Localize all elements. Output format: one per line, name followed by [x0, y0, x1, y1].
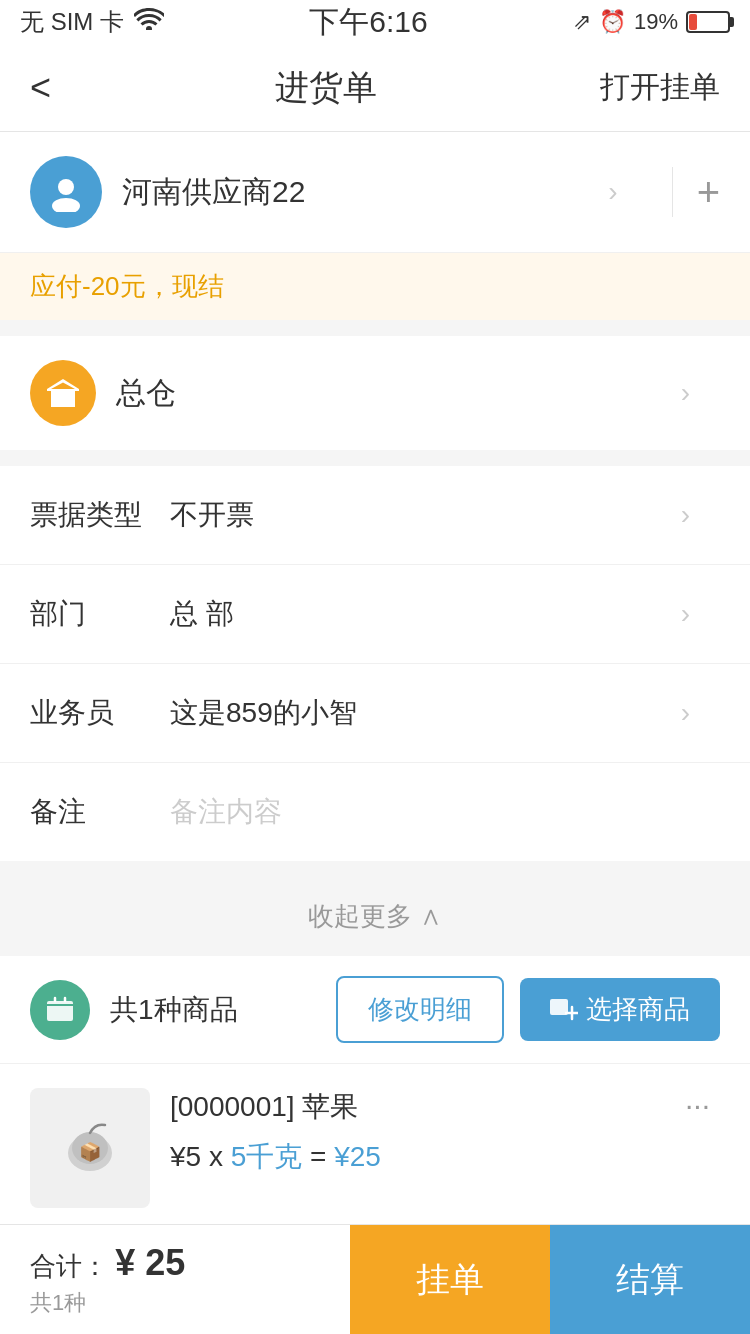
- location-icon: ⇗: [573, 9, 591, 35]
- equals-sign: =: [310, 1141, 334, 1172]
- price-unit: ¥5: [170, 1141, 201, 1172]
- svg-point-1: [52, 198, 80, 212]
- department-row[interactable]: 部门 总 部 ›: [0, 564, 750, 663]
- status-left: 无 SIM 卡: [20, 6, 164, 38]
- invoice-label: 票据类型: [30, 496, 150, 534]
- open-hang-button[interactable]: 打开挂单: [600, 67, 720, 108]
- edit-detail-button[interactable]: 修改明细: [336, 976, 504, 1043]
- chevron-right-icon: ›: [681, 377, 690, 409]
- collapse-bar[interactable]: 收起更多 ∧: [0, 877, 750, 956]
- warehouse-name: 总仓: [116, 373, 681, 414]
- product-header: 共1种商品 修改明细 选择商品: [0, 956, 750, 1064]
- invoice-row[interactable]: 票据类型 不开票 ›: [0, 466, 750, 564]
- total-label: 合计：: [30, 1251, 108, 1281]
- add-supplier-button[interactable]: +: [697, 172, 720, 212]
- svg-text:📦: 📦: [79, 1141, 102, 1163]
- multiply-sign: x: [209, 1141, 231, 1172]
- remark-row[interactable]: 备注 备注内容: [0, 762, 750, 861]
- total-amount: ¥ 25: [115, 1242, 185, 1283]
- settle-button[interactable]: 结算: [550, 1225, 750, 1334]
- status-bar: 无 SIM 卡 下午6:16 ⇗ ⏰ 19%: [0, 0, 750, 44]
- salesman-row[interactable]: 业务员 这是859的小智 ›: [0, 663, 750, 762]
- supplier-row[interactable]: 河南供应商22 › +: [0, 132, 750, 253]
- product-total: ¥25: [334, 1141, 381, 1172]
- salesman-value: 这是859的小智: [170, 694, 681, 732]
- battery-percent: 19%: [634, 9, 678, 35]
- supplier-name: 河南供应商22: [122, 172, 608, 213]
- supplier-avatar: [30, 156, 102, 228]
- form-section: 票据类型 不开票 › 部门 总 部 › 业务员 这是859的小智 › 备注 备注…: [0, 466, 750, 861]
- warehouse-icon: [30, 360, 96, 426]
- warehouse-section: 总仓 ›: [0, 336, 750, 450]
- chevron-right-icon: ›: [681, 499, 690, 531]
- status-right: ⇗ ⏰ 19%: [573, 9, 730, 35]
- status-time: 下午6:16: [309, 2, 427, 43]
- chevron-right-icon: ›: [681, 598, 690, 630]
- product-name: [0000001] 苹果: [170, 1088, 675, 1126]
- back-button[interactable]: <: [30, 67, 51, 109]
- svg-point-0: [58, 179, 74, 195]
- total-sub: 共1种: [30, 1288, 320, 1318]
- product-thumbnail: 📦: [30, 1088, 150, 1208]
- wifi-icon: [134, 8, 164, 36]
- product-section: 共1种商品 修改明细 选择商品 📦 [0000001] 苹果: [0, 956, 750, 1232]
- page-title: 进货单: [275, 65, 377, 111]
- warehouse-row[interactable]: 总仓 ›: [0, 336, 750, 450]
- product-qty: 5千克: [231, 1141, 303, 1172]
- svg-rect-2: [58, 395, 68, 407]
- product-title: 苹果: [302, 1091, 358, 1122]
- product-count: 共1种商品: [110, 991, 336, 1029]
- department-label: 部门: [30, 595, 150, 633]
- select-product-label: 选择商品: [586, 992, 690, 1027]
- battery-icon: [686, 11, 730, 33]
- total-section: 合计： ¥ 25 共1种: [0, 1225, 350, 1334]
- product-info: [0000001] 苹果 ¥5 x 5千克 = ¥25: [170, 1088, 675, 1176]
- salesman-label: 业务员: [30, 694, 150, 732]
- department-value: 总 部: [170, 595, 681, 633]
- nav-bar: < 进货单 打开挂单: [0, 44, 750, 132]
- product-item: 📦 [0000001] 苹果 ¥5 x 5千克 = ¥25 ···: [0, 1064, 750, 1232]
- chevron-right-icon: ›: [608, 176, 617, 208]
- more-button[interactable]: ···: [675, 1088, 720, 1122]
- divider: [672, 167, 673, 217]
- payment-hint: 应付-20元，现结: [0, 253, 750, 320]
- product-price: ¥5 x 5千克 = ¥25: [170, 1138, 675, 1176]
- product-code: [0000001]: [170, 1091, 295, 1122]
- invoice-value: 不开票: [170, 496, 681, 534]
- chevron-right-icon: ›: [681, 697, 690, 729]
- carrier-text: 无 SIM 卡: [20, 6, 124, 38]
- remark-label: 备注: [30, 793, 150, 831]
- product-icon: [30, 980, 90, 1040]
- remark-placeholder[interactable]: 备注内容: [170, 793, 720, 831]
- supplier-section: 河南供应商22 › + 应付-20元，现结: [0, 132, 750, 320]
- select-product-button[interactable]: 选择商品: [520, 978, 720, 1041]
- total-line: 合计： ¥ 25: [30, 1242, 320, 1284]
- bottom-bar: 合计： ¥ 25 共1种 挂单 结算: [0, 1224, 750, 1334]
- alarm-icon: ⏰: [599, 9, 626, 35]
- hang-button[interactable]: 挂单: [350, 1225, 550, 1334]
